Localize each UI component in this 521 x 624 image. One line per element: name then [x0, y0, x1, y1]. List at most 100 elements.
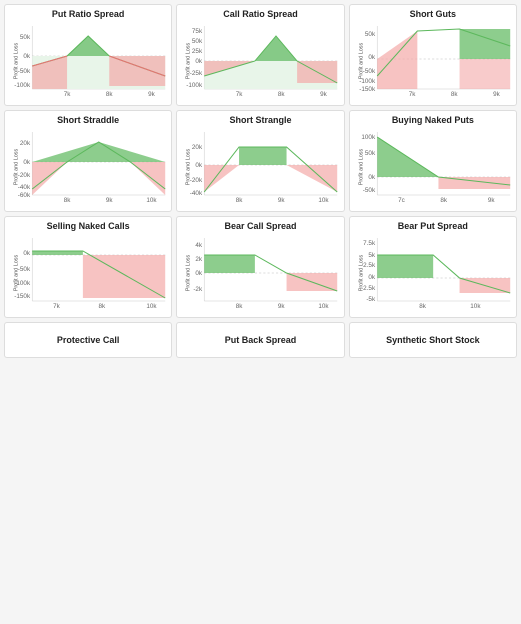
svg-text:-50k: -50k	[18, 68, 31, 75]
svg-text:50k: 50k	[365, 31, 376, 38]
chart-put-ratio: Profit and Loss 7k 8k	[9, 21, 167, 101]
title-short-strangle: Short Strangle	[229, 115, 291, 125]
svg-text:8k: 8k	[64, 197, 72, 204]
svg-text:-100k: -100k	[359, 78, 376, 85]
svg-text:50k: 50k	[20, 34, 31, 41]
svg-text:0k: 0k	[368, 54, 376, 61]
card-call-ratio: Call Ratio Spread Profit and Loss 7k 8k …	[176, 4, 344, 106]
svg-text:-150k: -150k	[359, 86, 376, 93]
title-bear-put: Bear Put Spread	[398, 221, 468, 231]
svg-text:10k: 10k	[319, 197, 330, 204]
svg-text:Profit and Loss: Profit and Loss	[358, 149, 364, 186]
svg-text:8k: 8k	[99, 303, 107, 310]
title-call-ratio: Call Ratio Spread	[223, 9, 298, 19]
svg-text:-20k: -20k	[190, 177, 203, 184]
title-short-guts: Short Guts	[410, 9, 457, 19]
svg-text:Profit and Loss: Profit and Loss	[186, 255, 192, 292]
card-bear-put: Bear Put Spread Profit and Loss 8k 10k 7…	[349, 216, 517, 318]
svg-text:8k: 8k	[236, 303, 244, 310]
svg-text:-25k: -25k	[190, 70, 203, 77]
svg-text:-2k: -2k	[194, 286, 204, 293]
svg-text:0k: 0k	[196, 58, 204, 65]
svg-text:8k: 8k	[236, 197, 244, 204]
title-buying-naked-puts: Buying Naked Puts	[392, 115, 474, 125]
card-protective-call[interactable]: Protective Call	[4, 322, 172, 358]
card-selling-naked-calls: Selling Naked Calls Profit and Loss 7k 8…	[4, 216, 172, 318]
chart-bear-call: Profit and Loss 8k 9k 10k 4k 2k 0k -2k	[181, 233, 339, 313]
card-short-guts: Short Guts Profit and Loss 7k 8k 9k 50k …	[349, 4, 517, 106]
svg-text:7c: 7c	[398, 197, 405, 204]
svg-text:7k: 7k	[64, 91, 72, 98]
svg-text:2.5k: 2.5k	[363, 262, 376, 269]
svg-text:50k: 50k	[192, 38, 203, 45]
svg-text:-100k: -100k	[14, 280, 31, 287]
svg-text:4k: 4k	[196, 242, 204, 249]
svg-text:20k: 20k	[192, 144, 203, 151]
svg-text:5k: 5k	[368, 252, 376, 259]
svg-text:10k: 10k	[146, 197, 157, 204]
chart-call-ratio: Profit and Loss 7k 8k 9k 75k 50k 25k 0k	[181, 21, 339, 101]
svg-text:0k: 0k	[368, 274, 376, 281]
chart-short-strangle: Profit and Loss 8k 9k 10k 20k 0k -20k -4…	[181, 127, 339, 207]
card-put-back-spread[interactable]: Put Back Spread	[176, 322, 344, 358]
title-synthetic-short-stock: Synthetic Short Stock	[386, 335, 480, 345]
svg-text:-40k: -40k	[18, 184, 31, 191]
svg-text:-100k: -100k	[187, 82, 204, 89]
svg-text:0k: 0k	[23, 53, 31, 60]
svg-text:-50k: -50k	[362, 187, 375, 194]
svg-text:10k: 10k	[146, 303, 157, 310]
svg-text:-20k: -20k	[18, 172, 31, 179]
svg-text:-150k: -150k	[14, 293, 31, 300]
svg-text:-100k: -100k	[14, 82, 31, 89]
card-synthetic-short-stock[interactable]: Synthetic Short Stock	[349, 322, 517, 358]
svg-text:9k: 9k	[278, 197, 286, 204]
card-bear-call: Bear Call Spread Profit and Loss 8k 9k 1…	[176, 216, 344, 318]
svg-text:75k: 75k	[192, 28, 203, 35]
svg-text:2k: 2k	[196, 256, 204, 263]
svg-text:8k: 8k	[106, 91, 114, 98]
title-short-straddle: Short Straddle	[57, 115, 119, 125]
svg-text:7k: 7k	[53, 303, 61, 310]
chart-short-guts: Profit and Loss 7k 8k 9k 50k 0k -50k -10…	[354, 21, 512, 101]
svg-text:0k: 0k	[196, 270, 204, 277]
svg-text:0k: 0k	[196, 162, 204, 169]
svg-text:-5k: -5k	[366, 296, 376, 303]
title-selling-naked-calls: Selling Naked Calls	[47, 221, 130, 231]
svg-text:0k: 0k	[368, 174, 376, 181]
bottom-row: Protective Call Put Back Spread Syntheti…	[0, 322, 521, 362]
chart-selling-naked-calls: Profit and Loss 7k 8k 10k 0k -50k -100k …	[9, 233, 167, 313]
svg-text:9k: 9k	[320, 91, 328, 98]
svg-text:8k: 8k	[440, 197, 448, 204]
title-bear-call: Bear Call Spread	[224, 221, 296, 231]
svg-text:-40k: -40k	[190, 190, 203, 197]
title-protective-call: Protective Call	[57, 335, 120, 345]
svg-text:50k: 50k	[365, 150, 376, 157]
chart-buying-naked-puts: Profit and Loss 7c 8k 9k 100k 50k 0k -50…	[354, 127, 512, 207]
svg-text:20k: 20k	[20, 140, 31, 147]
svg-text:8k: 8k	[278, 91, 286, 98]
svg-text:9k: 9k	[493, 91, 501, 98]
card-short-strangle: Short Strangle Profit and Loss 8k 9k 10k…	[176, 110, 344, 212]
svg-text:10k: 10k	[470, 303, 481, 310]
svg-text:-60k: -60k	[18, 192, 31, 199]
svg-text:0k: 0k	[23, 250, 31, 257]
svg-text:10k: 10k	[319, 303, 330, 310]
svg-text:0k: 0k	[23, 159, 31, 166]
title-put-ratio: Put Ratio Spread	[52, 9, 125, 19]
svg-text:-2.5k: -2.5k	[361, 285, 376, 292]
svg-text:7k: 7k	[236, 91, 244, 98]
svg-text:Profit and Loss: Profit and Loss	[13, 149, 19, 186]
svg-text:-50k: -50k	[18, 266, 31, 273]
svg-text:8k: 8k	[419, 303, 427, 310]
svg-text:9k: 9k	[278, 303, 286, 310]
svg-text:100k: 100k	[361, 134, 376, 141]
svg-text:7k: 7k	[408, 91, 416, 98]
svg-text:9k: 9k	[148, 91, 156, 98]
card-short-straddle: Short Straddle Profit and Loss 8k 9k 10k…	[4, 110, 172, 212]
svg-text:-50k: -50k	[362, 68, 375, 75]
svg-text:25k: 25k	[192, 48, 203, 55]
svg-text:7.5k: 7.5k	[363, 240, 376, 247]
chart-bear-put: Profit and Loss 8k 10k 7.5k 5k 2.5k 0k -…	[354, 233, 512, 313]
svg-text:8k: 8k	[451, 91, 459, 98]
svg-text:9k: 9k	[106, 197, 114, 204]
